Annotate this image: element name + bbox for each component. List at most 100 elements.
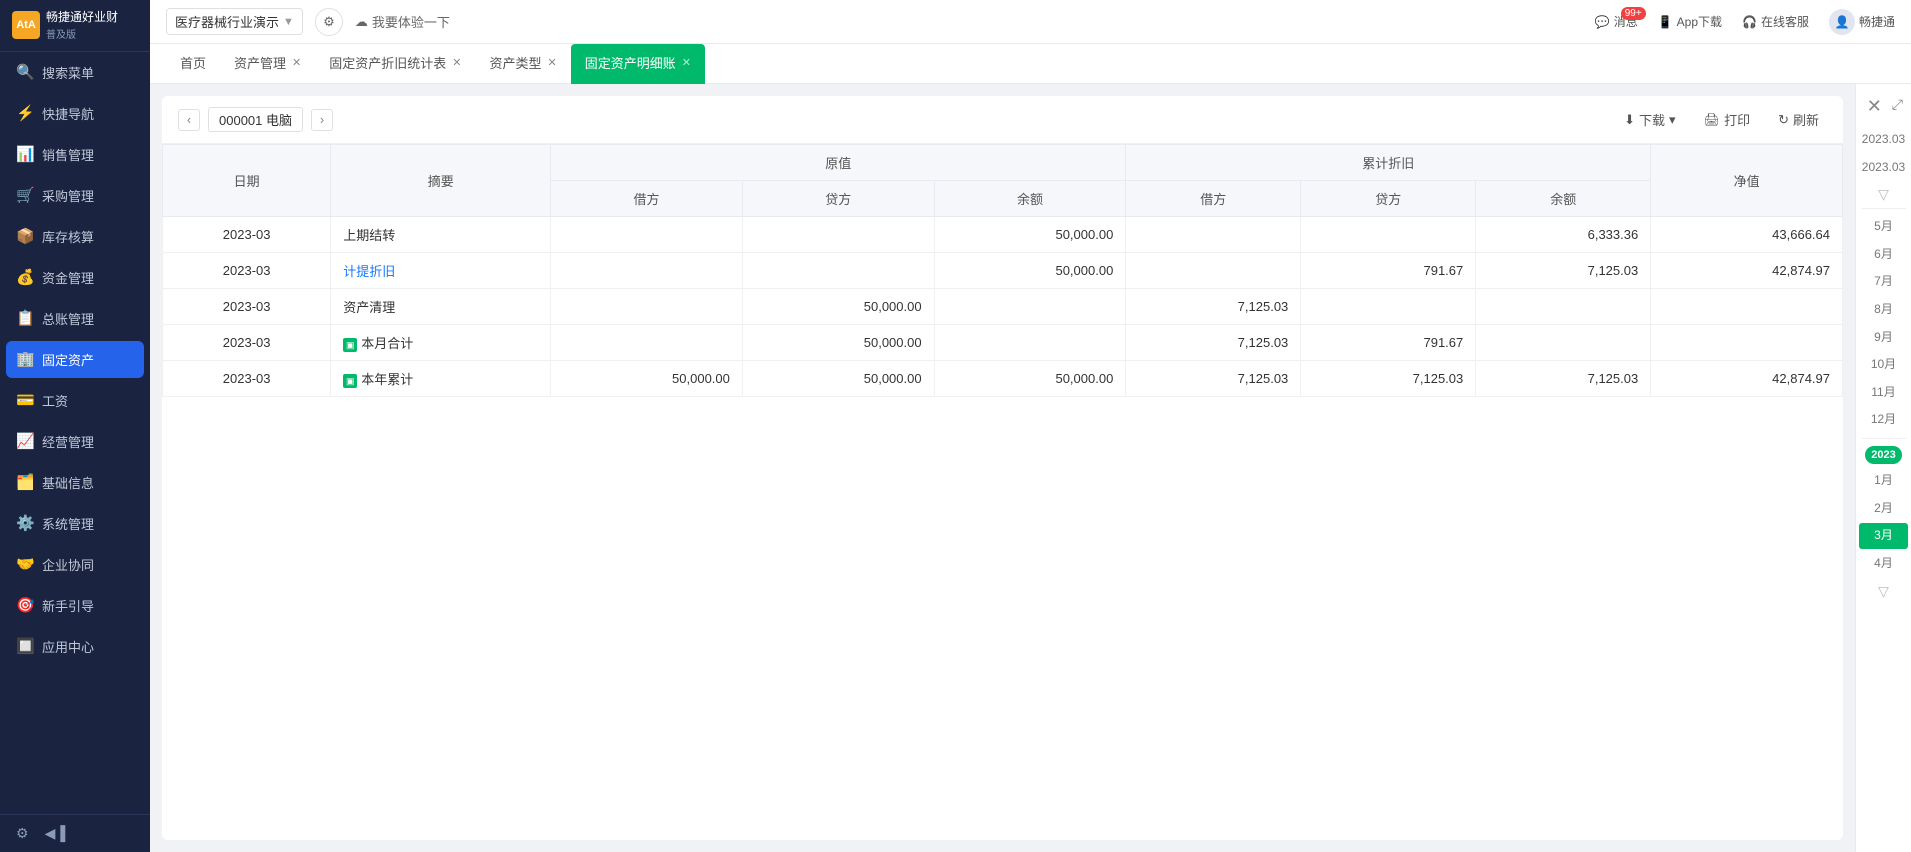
table-row: 2023-03 资产清理 50,000.00 7,125.03	[163, 289, 1843, 325]
month-1[interactable]: 1月	[1856, 468, 1911, 494]
sidebar-item-basic-info[interactable]: 🗂️ 基础信息	[0, 462, 150, 503]
topbar-right: 💬 消息 99+ 📱 App下载 🎧 在线客服 👤 畅捷通	[1595, 9, 1895, 35]
sidebar-item-inventory[interactable]: 📦 库存核算	[0, 216, 150, 257]
month-5[interactable]: 5月	[1856, 214, 1911, 240]
user-profile[interactable]: 👤 畅捷通	[1829, 9, 1895, 35]
sidebar-item-label: 新手引导	[42, 596, 94, 615]
sidebar-item-label: 基础信息	[42, 473, 94, 492]
prev-asset-button[interactable]: ‹	[178, 109, 200, 131]
refresh-button[interactable]: ↻ 刷新	[1770, 106, 1827, 133]
month-9[interactable]: 9月	[1856, 325, 1911, 351]
sidebar-item-label: 资金管理	[42, 268, 94, 287]
sidebar-item-label: 系统管理	[42, 514, 94, 533]
col-orig-balance: 余额	[934, 181, 1126, 217]
col-date: 日期	[163, 145, 331, 217]
funds-icon: 💰	[16, 268, 34, 286]
month-3[interactable]: 3月	[1859, 523, 1908, 549]
download-button[interactable]: ⬇ 下载 ▾	[1616, 106, 1683, 133]
customer-service-button[interactable]: 🎧 在线客服	[1742, 13, 1809, 30]
settings-button[interactable]: ⚙	[315, 8, 343, 36]
asset-code-tag: 000001 电脑	[208, 107, 303, 132]
table-row: 2023-03 ▣本年累计 50,000.00 50,000.00 50,000…	[163, 361, 1843, 397]
cell-net-value	[1651, 289, 1843, 325]
settings-icon[interactable]: ⚙	[16, 825, 29, 842]
cell-date: 2023-03	[163, 253, 331, 289]
sidebar-item-guide[interactable]: 🎯 新手引导	[0, 585, 150, 626]
cell-date: 2023-03	[163, 361, 331, 397]
col-orig-debit: 借方	[551, 181, 743, 217]
sidebar-item-collab[interactable]: 🤝 企业协同	[0, 544, 150, 585]
month-2[interactable]: 2月	[1856, 496, 1911, 522]
message-button[interactable]: 💬 消息 99+	[1595, 13, 1638, 30]
month-4[interactable]: 4月	[1856, 551, 1911, 577]
cell-summary: ▣本月合计	[331, 325, 551, 361]
experience-button[interactable]: ☁ 我要体验一下	[355, 12, 450, 31]
month-7[interactable]: 7月	[1856, 269, 1911, 295]
sidebar-item-label: 企业协同	[42, 555, 94, 574]
main-area: 医疗器械行业演示 ▼ ⚙ ☁ 我要体验一下 💬 消息 99+ 📱 App下载 🎧…	[150, 0, 1911, 852]
sidebar-item-sales[interactable]: 📊 销售管理	[0, 134, 150, 175]
expand-icon[interactable]: ▽	[1878, 186, 1889, 203]
sidebar-item-fixed-assets[interactable]: 🏢 固定资产	[6, 341, 144, 378]
month-12[interactable]: 12月	[1856, 407, 1911, 433]
date-item-2023-03-top[interactable]: 2023.03	[1856, 127, 1911, 153]
col-dep-credit: 贷方	[1301, 181, 1476, 217]
cell-orig-credit: 50,000.00	[742, 361, 934, 397]
sidebar-item-apps[interactable]: 🔲 应用中心	[0, 626, 150, 667]
tab-close-icon[interactable]: ✕	[452, 56, 461, 69]
month-10[interactable]: 10月	[1856, 352, 1911, 378]
cell-summary: 资产清理	[331, 289, 551, 325]
col-summary: 摘要	[331, 145, 551, 217]
system-icon: ⚙️	[16, 514, 34, 532]
sidebar-item-funds[interactable]: 💰 资金管理	[0, 257, 150, 298]
sales-icon: 📊	[16, 145, 34, 163]
tab-asset-detail[interactable]: 固定资产明细账 ✕	[571, 44, 705, 84]
month-6[interactable]: 6月	[1856, 242, 1911, 268]
app-download-button[interactable]: 📱 App下载	[1658, 13, 1722, 30]
tab-close-icon[interactable]: ✕	[548, 56, 557, 69]
panel-controls: ✕ ⤢	[1856, 92, 1911, 125]
print-button[interactable]: 🖨 打印	[1696, 106, 1759, 133]
cell-summary: 计提折旧	[331, 253, 551, 289]
expand-down-icon[interactable]: ▽	[1878, 583, 1889, 600]
sidebar-item-system[interactable]: ⚙️ 系统管理	[0, 503, 150, 544]
company-selector[interactable]: 医疗器械行业演示 ▼	[166, 8, 303, 35]
cell-dep-credit: 791.67	[1301, 325, 1476, 361]
company-name: 医疗器械行业演示	[175, 12, 279, 31]
next-asset-button[interactable]: ›	[311, 109, 333, 131]
tab-close-icon[interactable]: ✕	[292, 56, 301, 69]
tab-bar: 首页 资产管理 ✕ 固定资产折旧统计表 ✕ 资产类型 ✕ 固定资产明细账 ✕	[150, 44, 1911, 84]
tab-asset-type[interactable]: 资产类型 ✕	[475, 44, 570, 84]
sidebar-item-label: 固定资产	[42, 350, 94, 369]
cell-orig-balance: 50,000.00	[934, 253, 1126, 289]
sidebar-item-quicknav[interactable]: ⚡ 快捷导航	[0, 93, 150, 134]
tab-close-icon[interactable]: ✕	[682, 56, 691, 69]
sidebar-item-ledger[interactable]: 📋 总账管理	[0, 298, 150, 339]
basic-info-icon: 🗂️	[16, 473, 34, 491]
sidebar: AtA 畅捷通好业财 普及版 🔍 搜索菜单 ⚡ 快捷导航 📊 销售管理 🛒 采购…	[0, 0, 150, 852]
sidebar-item-payroll[interactable]: 💳 工资	[0, 380, 150, 421]
cell-date: 2023-03	[163, 217, 331, 253]
sidebar-item-label: 采购管理	[42, 186, 94, 205]
month-11[interactable]: 11月	[1856, 380, 1911, 406]
tab-asset-mgmt[interactable]: 资产管理 ✕	[220, 44, 315, 84]
col-dep-balance: 余额	[1476, 181, 1651, 217]
tab-depreciation-stat[interactable]: 固定资产折旧统计表 ✕	[315, 44, 475, 84]
panel-close-icon[interactable]: ✕	[1863, 92, 1886, 121]
collapse-icon[interactable]: ◀▐	[45, 825, 66, 842]
cell-orig-debit	[551, 253, 743, 289]
ops-icon: 📈	[16, 432, 34, 450]
tab-home[interactable]: 首页	[166, 44, 220, 84]
month-8[interactable]: 8月	[1856, 297, 1911, 323]
inventory-icon: 📦	[16, 227, 34, 245]
date-item-2023-03-2[interactable]: 2023.03	[1856, 155, 1911, 181]
sidebar-item-ops[interactable]: 📈 经营管理	[0, 421, 150, 462]
panel-maximize-icon[interactable]: ⤢	[1888, 92, 1907, 121]
table-row: 2023-03 上期结转 50,000.00 6,333.36 43,666.6…	[163, 217, 1843, 253]
year-2023-badge[interactable]: 2023	[1865, 446, 1901, 464]
sidebar-item-search[interactable]: 🔍 搜索菜单	[0, 52, 150, 93]
cell-net-value	[1651, 325, 1843, 361]
cell-dep-credit: 7,125.03	[1301, 361, 1476, 397]
avatar: 👤	[1829, 9, 1855, 35]
sidebar-item-purchase[interactable]: 🛒 采购管理	[0, 175, 150, 216]
